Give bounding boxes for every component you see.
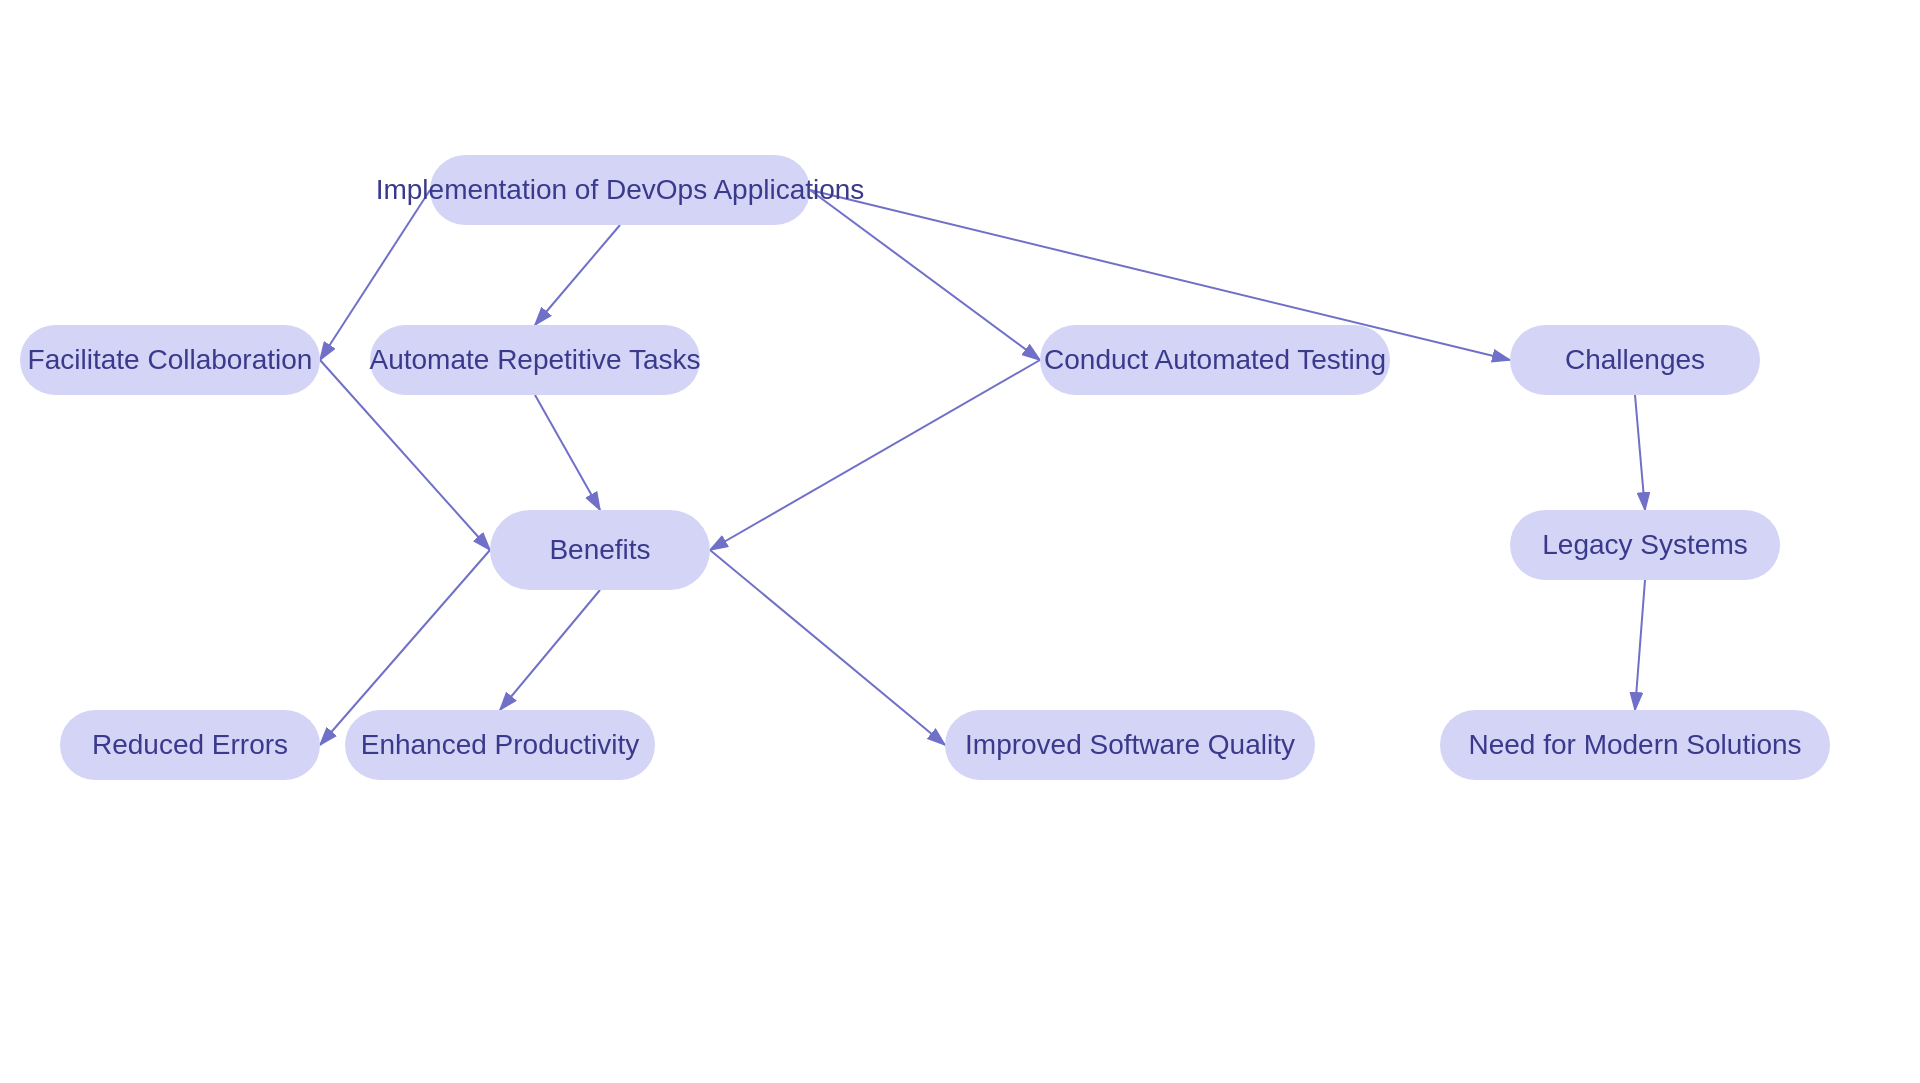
svg-line-10 (500, 590, 600, 710)
svg-line-3 (810, 190, 1040, 360)
node-automate: Automate Repetitive Tasks (370, 325, 700, 395)
node-modern: Need for Modern Solutions (1440, 710, 1830, 780)
node-reduced: Reduced Errors (60, 710, 320, 780)
node-enhanced: Enhanced Productivity (345, 710, 655, 780)
svg-line-2 (535, 225, 620, 325)
node-challenges: Challenges (1510, 325, 1760, 395)
node-improved: Improved Software Quality (945, 710, 1315, 780)
node-root: Implementation of DevOps Applications (430, 155, 810, 225)
node-benefits: Benefits (490, 510, 710, 590)
node-legacy: Legacy Systems (1510, 510, 1780, 580)
svg-line-8 (1635, 395, 1645, 510)
svg-line-12 (1635, 580, 1645, 710)
svg-line-7 (710, 360, 1040, 550)
node-facilitate: Facilitate Collaboration (20, 325, 320, 395)
svg-line-6 (535, 395, 600, 510)
node-conduct: Conduct Automated Testing (1040, 325, 1390, 395)
diagram-container: Implementation of DevOps Applications Fac… (0, 0, 1920, 1083)
svg-line-11 (710, 550, 945, 745)
